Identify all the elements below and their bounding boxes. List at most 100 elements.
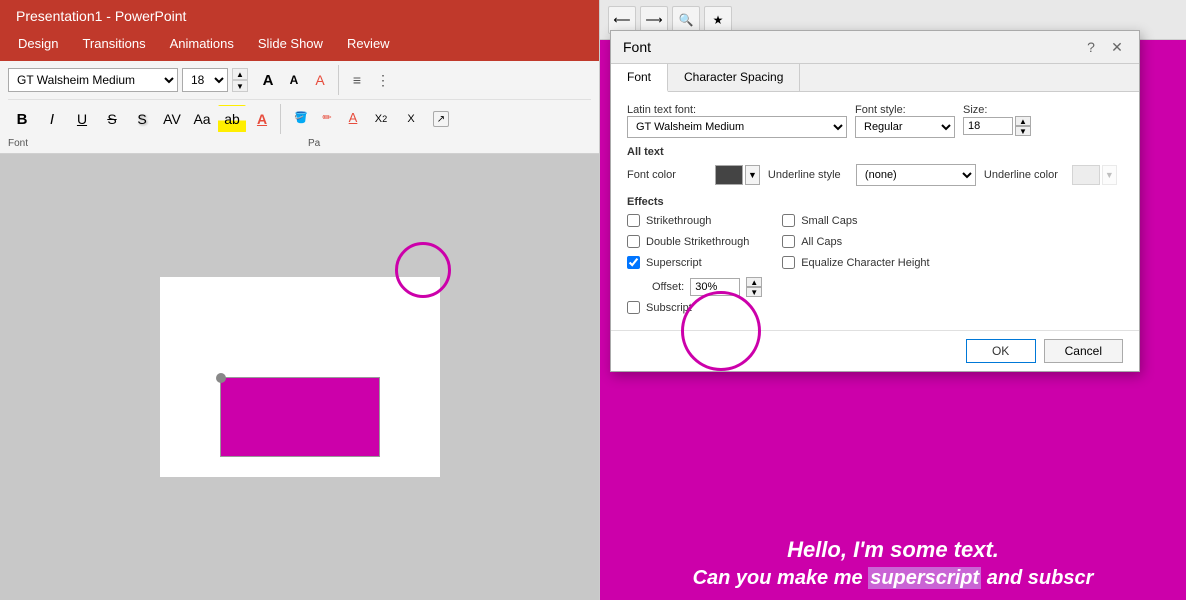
- font-size-group: Size: ▲ ▼: [963, 104, 1043, 138]
- dialog-tabs: Font Character Spacing: [611, 64, 1139, 92]
- superscript-row: Superscript: [627, 256, 762, 269]
- character-spacing-btn[interactable]: AV: [158, 105, 186, 133]
- subscript-row: Subscript: [627, 301, 762, 314]
- tab-character-spacing[interactable]: Character Spacing: [668, 64, 800, 91]
- underline-btn[interactable]: U: [68, 105, 96, 133]
- offset-spin-down[interactable]: ▼: [746, 287, 762, 297]
- strikethrough-label: Strikethrough: [646, 215, 711, 227]
- strikethrough-row: Strikethrough: [627, 214, 762, 227]
- subscript-btn[interactable]: X2: [367, 105, 395, 133]
- font-size-decrease[interactable]: ▼: [232, 80, 248, 92]
- font-size-increase[interactable]: ▲: [232, 68, 248, 80]
- menu-animations[interactable]: Animations: [160, 32, 244, 55]
- underline-color-swatch[interactable]: [1072, 165, 1100, 185]
- equalize-checkbox[interactable]: [782, 256, 795, 269]
- tab-font[interactable]: Font: [611, 64, 668, 92]
- slide-text-after: and subscr: [981, 567, 1093, 589]
- all-text-label: All text: [627, 146, 1123, 158]
- fill-color-btn[interactable]: 🪣: [289, 105, 313, 129]
- font-size-select[interactable]: 18: [182, 68, 228, 92]
- effects-grid: Strikethrough Double Strikethrough Super…: [627, 214, 1123, 318]
- italic-btn[interactable]: I: [38, 105, 66, 133]
- clear-format-btn[interactable]: A: [308, 68, 332, 92]
- latin-font-select[interactable]: GT Walsheim Medium: [627, 116, 847, 138]
- font-color-small-btn[interactable]: A: [341, 105, 365, 129]
- all-caps-checkbox[interactable]: [782, 235, 795, 248]
- change-case-btn[interactable]: Aa: [188, 105, 216, 133]
- ok-button[interactable]: OK: [966, 339, 1036, 363]
- dialog-help-btn[interactable]: ?: [1081, 37, 1101, 57]
- app-title: Presentation1 - PowerPoint: [16, 8, 186, 24]
- offset-input[interactable]: [690, 278, 740, 296]
- slide-text-line1: Hello, I'm some text.: [620, 537, 1166, 563]
- small-caps-label: Small Caps: [801, 215, 857, 227]
- underline-color-dropdown[interactable]: ▼: [1102, 165, 1117, 185]
- shrink-font-btn[interactable]: A: [282, 68, 306, 92]
- latin-font-label: Latin text font:: [627, 104, 847, 116]
- subscript-checkbox[interactable]: [627, 301, 640, 314]
- font-color-dropdown[interactable]: ▼: [745, 165, 760, 185]
- para-group-label: Pa: [308, 136, 320, 149]
- font-color-control: ▼: [715, 165, 760, 185]
- strikethrough-checkbox[interactable]: [627, 214, 640, 227]
- underline-style-select[interactable]: (none): [856, 164, 976, 186]
- font-size-input[interactable]: [963, 117, 1013, 135]
- offset-row: Offset: ▲ ▼: [627, 277, 762, 297]
- font-dialog: Font ? ✕ Font Character Spacing Latin te…: [610, 30, 1140, 372]
- title-bar: Presentation1 - PowerPoint: [0, 0, 599, 32]
- small-caps-checkbox[interactable]: [782, 214, 795, 227]
- font-name-select[interactable]: GT Walsheim Medium: [8, 68, 178, 92]
- left-panel: Presentation1 - PowerPoint Design Transi…: [0, 0, 600, 600]
- superscript-checkbox[interactable]: [627, 256, 640, 269]
- font-group-label: Font: [8, 136, 28, 149]
- subscript-label: Subscript: [646, 302, 692, 314]
- font-dialog-launcher[interactable]: ↗: [433, 111, 449, 127]
- resize-handle[interactable]: [216, 373, 226, 383]
- all-caps-label: All Caps: [801, 236, 842, 248]
- strikethrough-btn[interactable]: S: [98, 105, 126, 133]
- font-style-select[interactable]: Regular: [855, 116, 955, 138]
- font-color-swatch[interactable]: [715, 165, 743, 185]
- font-size-arrows: ▲ ▼: [232, 68, 248, 92]
- cancel-button[interactable]: Cancel: [1044, 339, 1123, 363]
- slide-canvas: [160, 277, 440, 477]
- dialog-close-btn[interactable]: ✕: [1107, 37, 1127, 57]
- font-color-label: Font color: [627, 169, 707, 181]
- font-size-spin-down[interactable]: ▼: [1015, 126, 1031, 136]
- slide-text-area: Hello, I'm some text. Can you make me su…: [600, 517, 1186, 600]
- separator1: [338, 65, 339, 95]
- superscript-btn[interactable]: X: [397, 105, 425, 133]
- menu-transitions[interactable]: Transitions: [72, 32, 155, 55]
- dialog-titlebar: Font ? ✕: [611, 31, 1139, 64]
- menu-slideshow[interactable]: Slide Show: [248, 32, 333, 55]
- font-style-label: Font style:: [855, 104, 955, 116]
- bullets-btn[interactable]: ≡: [345, 68, 369, 92]
- shadow-btn[interactable]: S: [128, 105, 156, 133]
- menu-review[interactable]: Review: [337, 32, 400, 55]
- canvas-area: [0, 154, 599, 600]
- slide-text-line2: Can you make me superscript and subscr: [620, 567, 1166, 590]
- numbering-btn[interactable]: ⋮: [371, 68, 395, 92]
- latin-font-group: Latin text font: GT Walsheim Medium: [627, 104, 847, 138]
- grow-font-btn[interactable]: A: [256, 68, 280, 92]
- double-strikethrough-checkbox[interactable]: [627, 235, 640, 248]
- highlight-btn[interactable]: ab: [218, 105, 246, 133]
- line-color-btn[interactable]: ✏: [315, 105, 339, 129]
- ribbon-row1: GT Walsheim Medium 18 ▲ ▼ A A A ≡ ⋮: [8, 65, 591, 100]
- dialog-body: Latin text font: GT Walsheim Medium Font…: [611, 92, 1139, 330]
- effects-right: Small Caps All Caps Equalize Character H…: [782, 214, 929, 318]
- small-caps-row: Small Caps: [782, 214, 929, 227]
- underline-color-label: Underline color: [984, 169, 1064, 181]
- dialog-controls: ? ✕: [1081, 37, 1127, 57]
- effects-left: Strikethrough Double Strikethrough Super…: [627, 214, 762, 318]
- double-strikethrough-label: Double Strikethrough: [646, 236, 749, 248]
- right-panel: ⟵ ⟶ 🔍 ★ Font ? ✕ Font Character Spacing …: [600, 0, 1186, 600]
- slide-magenta-box: [220, 377, 380, 457]
- font-color-btn[interactable]: A: [248, 105, 276, 133]
- all-caps-row: All Caps: [782, 235, 929, 248]
- dialog-title: Font: [623, 39, 651, 55]
- menu-design[interactable]: Design: [8, 32, 68, 55]
- offset-spin-up[interactable]: ▲: [746, 277, 762, 287]
- font-size-spin-up[interactable]: ▲: [1015, 116, 1031, 126]
- bold-btn[interactable]: B: [8, 105, 36, 133]
